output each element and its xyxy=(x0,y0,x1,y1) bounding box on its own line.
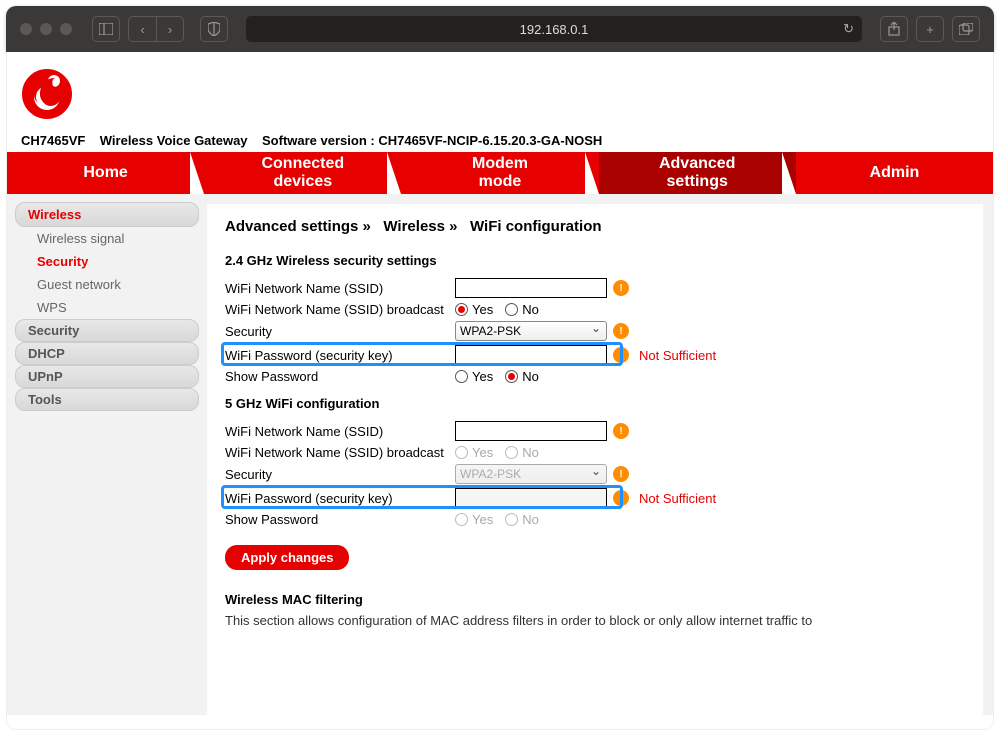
radio-label-no: No xyxy=(522,445,539,460)
input-ssid-24[interactable] xyxy=(455,278,607,298)
refresh-icon[interactable]: ↻ xyxy=(843,21,854,37)
warning-icon: ! xyxy=(613,280,629,296)
sidebar-wireless-signal[interactable]: Wireless signal xyxy=(15,227,199,250)
tab-advanced-settings[interactable]: Advanced settings xyxy=(599,152,796,194)
breadcrumb-3: WiFi configuration xyxy=(470,218,602,235)
label-security-24: Security xyxy=(225,324,455,339)
warning-icon: ! xyxy=(613,323,629,339)
back-button[interactable]: ‹ xyxy=(128,16,156,42)
maximize-window[interactable] xyxy=(60,23,72,35)
warning-icon: ! xyxy=(613,423,629,439)
minimize-window[interactable] xyxy=(40,23,52,35)
shield-icon[interactable] xyxy=(200,16,228,42)
mac-filtering-title: Wireless MAC filtering xyxy=(225,592,965,607)
tab-home[interactable]: Home xyxy=(7,152,204,194)
label-ssid-5: WiFi Network Name (SSID) xyxy=(225,424,455,439)
radio-label-no: No xyxy=(522,512,539,527)
sidebar-dhcp[interactable]: DHCP xyxy=(15,342,199,365)
tab-modem-mode[interactable]: Modem mode xyxy=(401,152,598,194)
radio-label-yes: Yes xyxy=(472,512,493,527)
warning-icon: ! xyxy=(613,347,629,363)
radio-broadcast-24-yes[interactable] xyxy=(455,303,468,316)
url-text: 192.168.0.1 xyxy=(520,22,589,37)
radio-showpw-5-yes xyxy=(455,513,468,526)
radio-broadcast-24-no[interactable] xyxy=(505,303,518,316)
warning-icon: ! xyxy=(613,490,629,506)
input-ssid-5[interactable] xyxy=(455,421,607,441)
section-24ghz-title: 2.4 GHz Wireless security settings xyxy=(225,253,965,268)
label-security-5: Security xyxy=(225,467,455,482)
tab-admin[interactable]: Admin xyxy=(796,152,993,194)
main-nav: Home Connected devices Modem mode Advanc… xyxy=(7,152,993,194)
label-broadcast-5: WiFi Network Name (SSID) broadcast xyxy=(225,445,455,460)
device-info-bar: CH7465VF Wireless Voice Gateway Software… xyxy=(7,133,993,152)
not-sufficient-24: Not Sufficient xyxy=(639,348,716,363)
label-showpw-24: Show Password xyxy=(225,369,455,384)
tab-connected-devices[interactable]: Connected devices xyxy=(204,152,401,194)
software-version-label: Software version : xyxy=(262,133,375,148)
vodafone-logo xyxy=(21,68,73,120)
software-version: CH7465VF-NCIP-6.15.20.3-GA-NOSH xyxy=(378,133,602,148)
not-sufficient-5: Not Sufficient xyxy=(639,491,716,506)
radio-showpw-24-yes[interactable] xyxy=(455,370,468,383)
label-password-5: WiFi Password (security key) xyxy=(225,491,455,506)
radio-broadcast-5-no xyxy=(505,446,518,459)
sidebar-toggle-icon[interactable] xyxy=(92,16,120,42)
forward-button[interactable]: › xyxy=(156,16,184,42)
input-password-5[interactable] xyxy=(455,488,607,508)
radio-label-no: No xyxy=(522,369,539,384)
sidebar: Wireless Wireless signal Security Guest … xyxy=(7,194,207,715)
select-security-5: WPA2-PSK xyxy=(455,464,607,484)
new-tab-icon[interactable]: + xyxy=(916,16,944,42)
label-ssid-24: WiFi Network Name (SSID) xyxy=(225,281,455,296)
input-password-24[interactable] xyxy=(455,345,607,365)
sidebar-tools[interactable]: Tools xyxy=(15,388,199,411)
radio-showpw-5-no xyxy=(505,513,518,526)
sidebar-wireless[interactable]: Wireless xyxy=(15,202,199,227)
apply-changes-button[interactable]: Apply changes xyxy=(225,545,349,570)
breadcrumb-1: Advanced settings » xyxy=(225,218,371,235)
breadcrumb-2: Wireless » xyxy=(383,218,457,235)
mac-filtering-text: This section allows configuration of MAC… xyxy=(225,613,965,628)
radio-label-yes: Yes xyxy=(472,445,493,460)
traffic-lights xyxy=(20,23,72,35)
label-broadcast-24: WiFi Network Name (SSID) broadcast xyxy=(225,302,455,317)
section-5ghz-title: 5 GHz WiFi configuration xyxy=(225,396,965,411)
tabs-overview-icon[interactable] xyxy=(952,16,980,42)
content-panel: Advanced settings » Wireless » WiFi conf… xyxy=(207,204,983,715)
sidebar-upnp[interactable]: UPnP xyxy=(15,365,199,388)
radio-showpw-24-no[interactable] xyxy=(505,370,518,383)
warning-icon: ! xyxy=(613,466,629,482)
device-model: CH7465VF xyxy=(21,133,85,148)
radio-label-yes: Yes xyxy=(472,302,493,317)
sidebar-wps[interactable]: WPS xyxy=(15,296,199,319)
close-window[interactable] xyxy=(20,23,32,35)
browser-titlebar: ‹ › 192.168.0.1 ↻ + xyxy=(6,6,994,52)
sidebar-security[interactable]: Security xyxy=(15,319,199,342)
device-name: Wireless Voice Gateway xyxy=(100,133,248,148)
label-password-24: WiFi Password (security key) xyxy=(225,348,455,363)
logo-area xyxy=(7,52,993,133)
select-security-24[interactable]: WPA2-PSK xyxy=(455,321,607,341)
label-showpw-5: Show Password xyxy=(225,512,455,527)
share-icon[interactable] xyxy=(880,16,908,42)
breadcrumb: Advanced settings » Wireless » WiFi conf… xyxy=(225,218,965,235)
radio-broadcast-5-yes xyxy=(455,446,468,459)
sidebar-security-wireless[interactable]: Security xyxy=(15,250,199,273)
radio-label-no: No xyxy=(522,302,539,317)
sidebar-guest-network[interactable]: Guest network xyxy=(15,273,199,296)
radio-label-yes: Yes xyxy=(472,369,493,384)
url-bar[interactable]: 192.168.0.1 ↻ xyxy=(246,16,862,42)
